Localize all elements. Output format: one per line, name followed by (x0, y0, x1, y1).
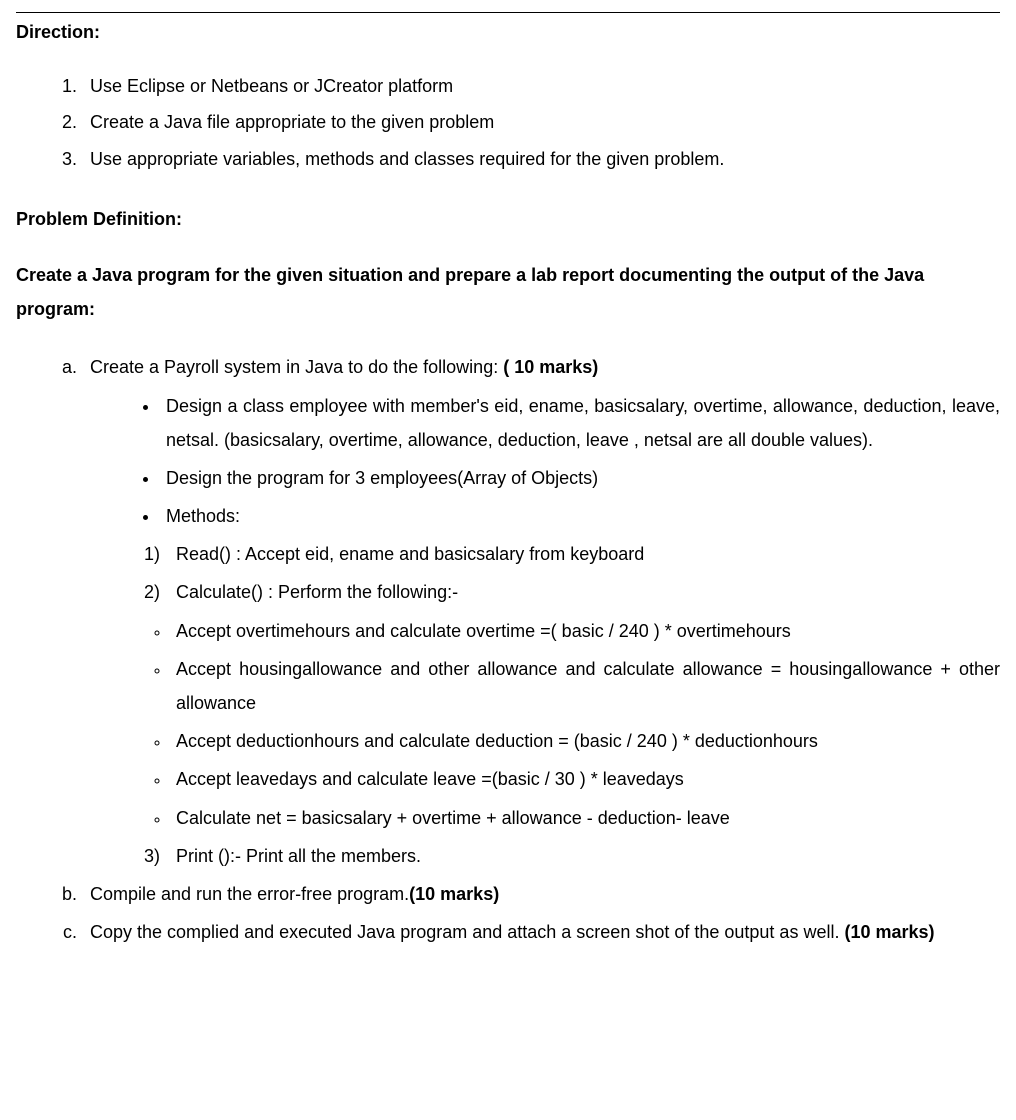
sub-deduction: Accept deductionhours and calculate dedu… (170, 724, 1000, 758)
task-b-text: Compile and run the error-free program. (90, 884, 409, 904)
top-rule (16, 12, 1000, 13)
direction-heading: Direction: (16, 15, 1000, 49)
calculate-sublist: Accept overtimehours and calculate overt… (90, 614, 1000, 835)
task-a-intro: Create a Payroll system in Java to do th… (90, 357, 503, 377)
method-calculate: Calculate() : Perform the following:- (170, 575, 1000, 609)
task-b: Compile and run the error-free program.(… (82, 877, 1000, 911)
task-a: Create a Payroll system in Java to do th… (82, 350, 1000, 873)
sub-net: Calculate net = basicsalary + overtime +… (170, 801, 1000, 835)
sub-overtime: Accept overtimehours and calculate overt… (170, 614, 1000, 648)
task-a-bullets: Design a class employee with member's ei… (90, 389, 1000, 534)
methods-list: Read() : Accept eid, ename and basicsala… (90, 537, 1000, 609)
sub-allowance: Accept housingallowance and other allowa… (170, 652, 1000, 720)
bullet-class-design: Design a class employee with member's ei… (160, 389, 1000, 457)
task-c-marks: (10 marks) (844, 922, 934, 942)
task-list: Create a Payroll system in Java to do th… (16, 350, 1000, 949)
method-read: Read() : Accept eid, ename and basicsala… (170, 537, 1000, 571)
bullet-array: Design the program for 3 employees(Array… (160, 461, 1000, 495)
task-b-marks: (10 marks) (409, 884, 499, 904)
direction-item: Use Eclipse or Netbeans or JCreator plat… (82, 69, 1000, 103)
bullet-methods: Methods: (160, 499, 1000, 533)
direction-item: Use appropriate variables, methods and c… (82, 142, 1000, 176)
direction-item: Create a Java file appropriate to the gi… (82, 105, 1000, 139)
method-print: Print ():- Print all the members. (170, 839, 1000, 873)
problem-statement: Create a Java program for the given situ… (16, 258, 1000, 326)
problem-heading: Problem Definition: (16, 202, 1000, 236)
direction-list: Use Eclipse or Netbeans or JCreator plat… (16, 69, 1000, 176)
methods-list-3: Print ():- Print all the members. (90, 839, 1000, 873)
sub-leave: Accept leavedays and calculate leave =(b… (170, 762, 1000, 796)
task-c-text: Copy the complied and executed Java prog… (90, 922, 844, 942)
task-c: Copy the complied and executed Java prog… (82, 915, 1000, 949)
task-a-marks: ( 10 marks) (503, 357, 598, 377)
